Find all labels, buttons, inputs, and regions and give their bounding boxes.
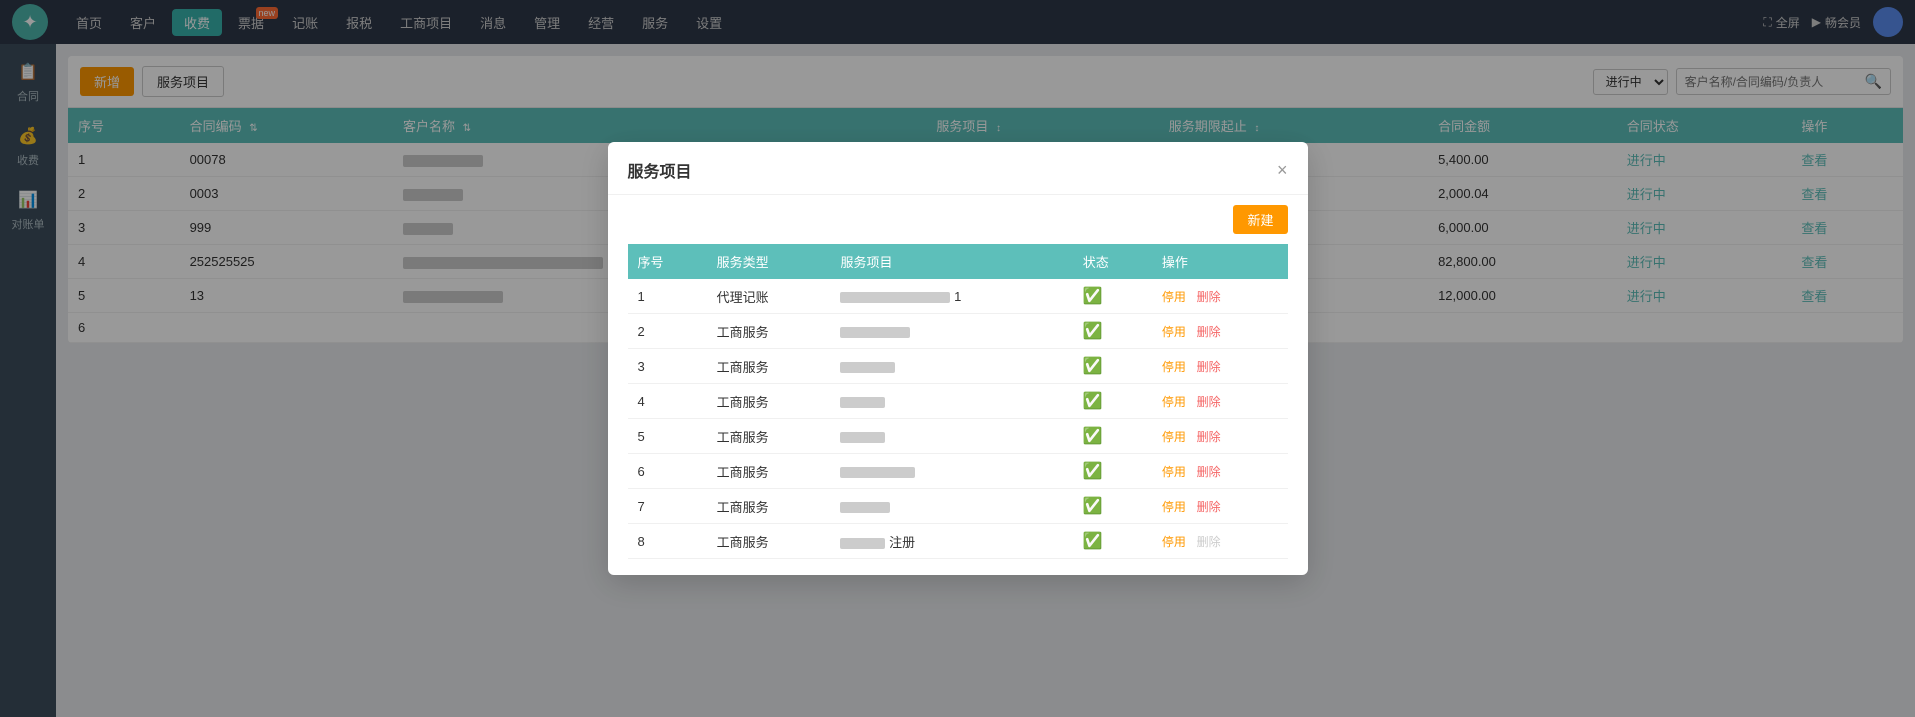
modal-cell-action: 停用 删除	[1152, 349, 1288, 384]
modal-table-row: 8 工商服务 注册 ✅ 停用 删除	[628, 524, 1288, 559]
delete-button[interactable]: 删除	[1197, 428, 1221, 445]
modal-cell-seq: 7	[628, 489, 707, 524]
modal-cell-type: 代理记账	[707, 279, 831, 314]
modal-cell-status: ✅	[1073, 419, 1152, 454]
modal-close-button[interactable]: ×	[1277, 161, 1288, 179]
modal-cell-type: 工商服务	[707, 489, 831, 524]
modal-col-item: 服务项目	[830, 244, 1072, 279]
delete-button[interactable]: 删除	[1197, 533, 1221, 550]
delete-button[interactable]: 删除	[1197, 323, 1221, 340]
modal-table-row: 6 工商服务 ✅ 停用 删除	[628, 454, 1288, 489]
modal-cell-action: 停用 删除	[1152, 314, 1288, 349]
modal-cell-type: 工商服务	[707, 314, 831, 349]
delete-button[interactable]: 删除	[1197, 358, 1221, 375]
modal-cell-action: 停用 删除	[1152, 454, 1288, 489]
modal-cell-seq: 8	[628, 524, 707, 559]
modal-cell-seq: 6	[628, 454, 707, 489]
service-items-table: 序号 服务类型 服务项目 状态 操作 1 代理记账 1 ✅ 停用	[628, 244, 1288, 559]
modal-table-row: 7 工商服务 ✅ 停用 删除	[628, 489, 1288, 524]
modal-cell-action: 停用 删除	[1152, 489, 1288, 524]
modal-cell-item	[830, 384, 1072, 419]
modal-new-button[interactable]: 新建	[1233, 205, 1287, 234]
modal-table-row: 3 工商服务 ✅ 停用 删除	[628, 349, 1288, 384]
modal-cell-action: 停用 删除	[1152, 419, 1288, 454]
modal-col-action: 操作	[1152, 244, 1288, 279]
status-check-icon: ✅	[1083, 498, 1103, 515]
stop-button[interactable]: 停用	[1162, 498, 1186, 515]
modal-cell-item	[830, 419, 1072, 454]
status-check-icon: ✅	[1083, 533, 1103, 550]
stop-button[interactable]: 停用	[1162, 533, 1186, 550]
modal-body: 序号 服务类型 服务项目 状态 操作 1 代理记账 1 ✅ 停用	[608, 244, 1308, 575]
modal-cell-type: 工商服务	[707, 349, 831, 384]
modal-table-row: 4 工商服务 ✅ 停用 删除	[628, 384, 1288, 419]
modal-cell-item: 注册	[830, 524, 1072, 559]
modal-cell-status: ✅	[1073, 279, 1152, 314]
modal-table-row: 5 工商服务 ✅ 停用 删除	[628, 419, 1288, 454]
modal-cell-item: 1	[830, 279, 1072, 314]
modal-cell-seq: 4	[628, 384, 707, 419]
modal-cell-type: 工商服务	[707, 384, 831, 419]
modal-cell-item	[830, 489, 1072, 524]
modal-col-type: 服务类型	[707, 244, 831, 279]
modal-title: 服务项目	[628, 158, 692, 182]
stop-button[interactable]: 停用	[1162, 323, 1186, 340]
status-check-icon: ✅	[1083, 428, 1103, 445]
modal-cell-action: 停用 删除	[1152, 279, 1288, 314]
delete-button[interactable]: 删除	[1197, 393, 1221, 410]
stop-button[interactable]: 停用	[1162, 463, 1186, 480]
modal-cell-status: ✅	[1073, 349, 1152, 384]
delete-button[interactable]: 删除	[1197, 498, 1221, 515]
modal-cell-status: ✅	[1073, 314, 1152, 349]
status-check-icon: ✅	[1083, 288, 1103, 305]
modal-cell-action: 停用 删除	[1152, 384, 1288, 419]
status-check-icon: ✅	[1083, 393, 1103, 410]
stop-button[interactable]: 停用	[1162, 428, 1186, 445]
modal-cell-item	[830, 454, 1072, 489]
modal-table-row: 1 代理记账 1 ✅ 停用 删除	[628, 279, 1288, 314]
modal-table-body: 1 代理记账 1 ✅ 停用 删除 2 工商服务	[628, 279, 1288, 559]
stop-button[interactable]: 停用	[1162, 358, 1186, 375]
modal-cell-type: 工商服务	[707, 419, 831, 454]
modal-table-header: 序号 服务类型 服务项目 状态 操作	[628, 244, 1288, 279]
modal-cell-item	[830, 314, 1072, 349]
modal-cell-seq: 2	[628, 314, 707, 349]
delete-button[interactable]: 删除	[1197, 288, 1221, 305]
stop-button[interactable]: 停用	[1162, 393, 1186, 410]
modal-cell-type: 工商服务	[707, 524, 831, 559]
modal-cell-status: ✅	[1073, 524, 1152, 559]
modal-overlay[interactable]: 服务项目 × 新建 序号 服务类型 服务项目 状态 操作	[0, 0, 1915, 717]
modal-toolbar: 新建	[608, 195, 1308, 244]
modal-cell-action: 停用 删除	[1152, 524, 1288, 559]
modal-col-seq: 序号	[628, 244, 707, 279]
service-items-modal: 服务项目 × 新建 序号 服务类型 服务项目 状态 操作	[608, 142, 1308, 575]
status-check-icon: ✅	[1083, 323, 1103, 340]
modal-cell-seq: 3	[628, 349, 707, 384]
modal-cell-status: ✅	[1073, 384, 1152, 419]
stop-button[interactable]: 停用	[1162, 288, 1186, 305]
modal-header: 服务项目 ×	[608, 142, 1308, 195]
modal-col-status: 状态	[1073, 244, 1152, 279]
status-check-icon: ✅	[1083, 463, 1103, 480]
modal-cell-seq: 1	[628, 279, 707, 314]
modal-table-row: 2 工商服务 ✅ 停用 删除	[628, 314, 1288, 349]
modal-cell-type: 工商服务	[707, 454, 831, 489]
delete-button[interactable]: 删除	[1197, 463, 1221, 480]
modal-cell-status: ✅	[1073, 489, 1152, 524]
modal-cell-item	[830, 349, 1072, 384]
modal-cell-status: ✅	[1073, 454, 1152, 489]
status-check-icon: ✅	[1083, 358, 1103, 375]
modal-cell-seq: 5	[628, 419, 707, 454]
